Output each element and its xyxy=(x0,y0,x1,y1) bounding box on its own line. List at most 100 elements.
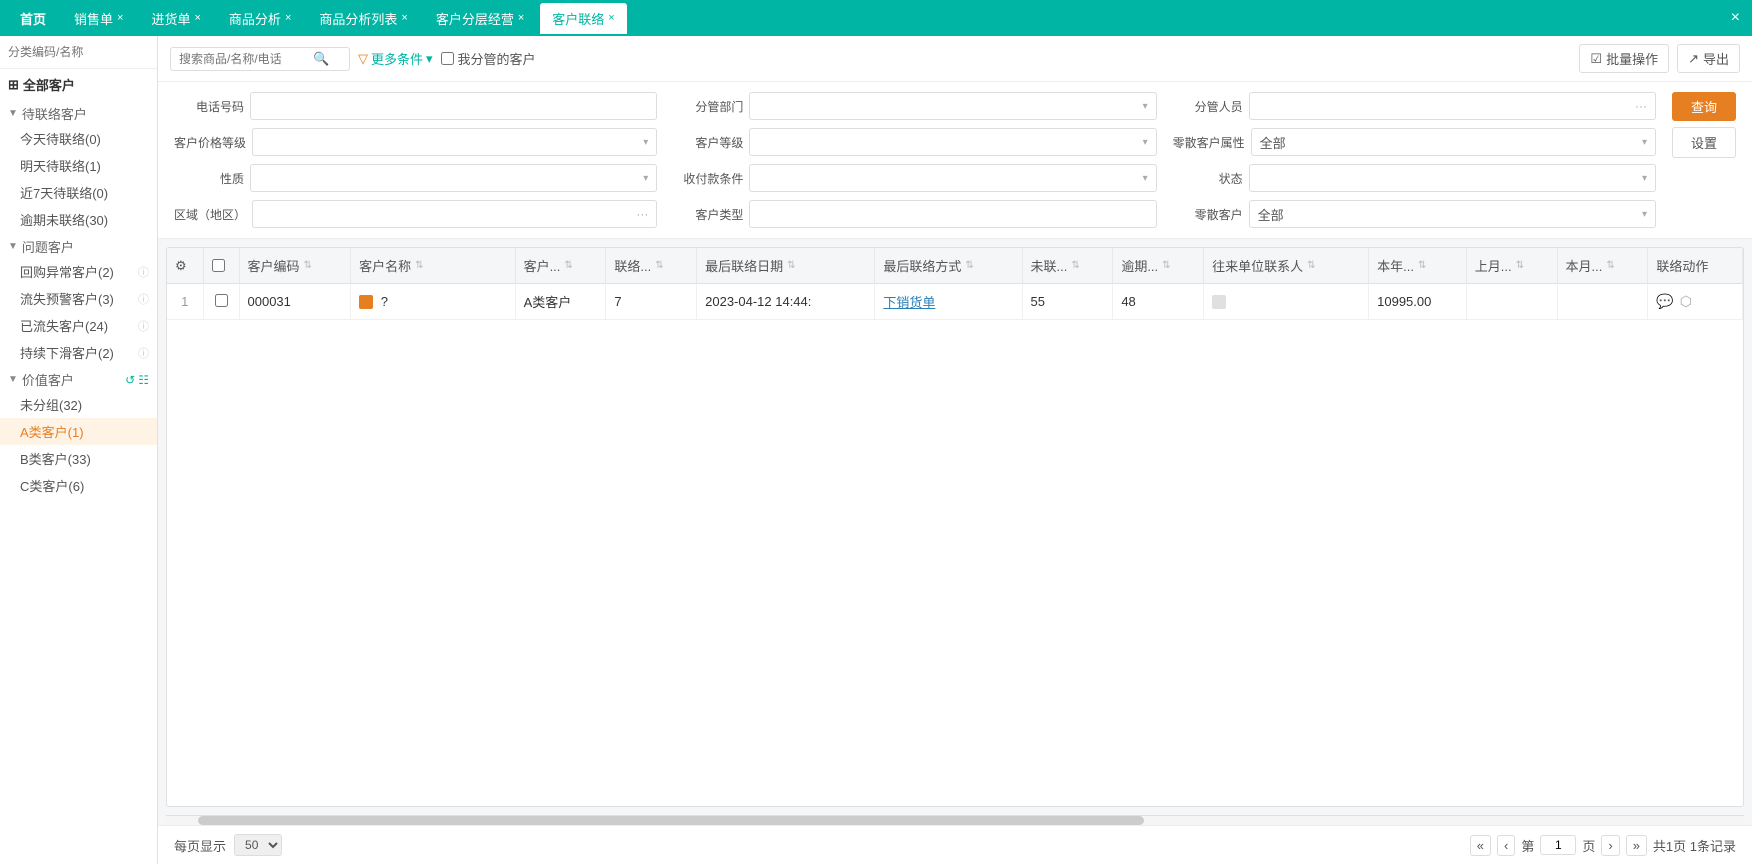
settings-column-header[interactable]: ⚙ xyxy=(167,248,203,284)
first-page-button[interactable]: « xyxy=(1470,835,1491,856)
customer-name-value[interactable]: ? xyxy=(381,294,388,309)
row-checkbox-cell[interactable] xyxy=(203,284,239,320)
last-page-button[interactable]: » xyxy=(1626,835,1647,856)
my-customers-checkbox[interactable] xyxy=(441,52,454,65)
sort-icon[interactable]: ⇅ xyxy=(1162,260,1170,271)
nav-customer-layer[interactable]: 客户分层经营 × xyxy=(424,3,536,34)
close-goods-analysis-list-tab[interactable]: × xyxy=(401,12,407,24)
sort-icon[interactable]: ⇅ xyxy=(1418,260,1426,271)
nav-home[interactable]: 首页 xyxy=(8,3,58,34)
sidebar-item-lost[interactable]: 已流失客户(24) ⓘ xyxy=(0,312,157,339)
sort-icon[interactable]: ⇅ xyxy=(965,260,973,271)
sidebar-all-customers[interactable]: ⊞ 全部客户 xyxy=(0,69,157,100)
sort-icon[interactable]: ⇅ xyxy=(415,260,423,271)
sidebar-item-ungrouped[interactable]: 未分组(32) xyxy=(0,391,157,418)
settings-button[interactable]: 设置 xyxy=(1672,127,1736,158)
nav-goods-analysis-list[interactable]: 商品分析列表 × xyxy=(307,3,419,34)
data-table-container: ⚙ 客户编码 ⇅ 客户名称 xyxy=(166,247,1744,807)
refresh-icon[interactable]: ↺ xyxy=(125,373,135,387)
sort-icon[interactable]: ⇅ xyxy=(1071,260,1079,271)
sidebar-item-today[interactable]: 今天待联络(0) xyxy=(0,125,157,152)
page-number-input[interactable] xyxy=(1540,835,1576,855)
customer-level-label: 客户等级 xyxy=(673,134,743,151)
col-overdue-label: 逾期... xyxy=(1121,256,1158,275)
manager-select[interactable]: ··· xyxy=(1249,92,1656,120)
checkbox-column-header[interactable] xyxy=(203,248,239,284)
filter-actions: ☑ 批量操作 ↗ 导出 xyxy=(1579,44,1740,73)
phone-input[interactable] xyxy=(250,92,657,120)
nature-select[interactable]: ▾ xyxy=(250,164,657,192)
horizontal-scrollbar[interactable] xyxy=(166,815,1744,825)
search-input[interactable] xyxy=(179,52,309,66)
close-all-tabs[interactable]: × xyxy=(1731,9,1740,27)
nav-purchase[interactable]: 进货单 × xyxy=(139,3,212,34)
nav-sales[interactable]: 销售单 × xyxy=(62,3,135,34)
sidebar-item-class-b[interactable]: B类客户(33) xyxy=(0,445,157,472)
sidebar-group-problem[interactable]: ▼ 问题客户 xyxy=(0,233,157,258)
query-button[interactable]: 查询 xyxy=(1672,92,1736,121)
sidebar-item-declining[interactable]: 持续下滑客户(2) ⓘ xyxy=(0,339,157,366)
sidebar-group-value[interactable]: ▼ 价值客户 ↺ ☷ xyxy=(0,366,157,391)
contact-method-link[interactable]: 下销货单 xyxy=(883,295,935,310)
sidebar-item-lost-warning[interactable]: 流失预警客户(3) ⓘ xyxy=(0,285,157,312)
export-button[interactable]: ↗ 导出 xyxy=(1677,44,1740,73)
region-select[interactable]: ··· xyxy=(252,200,657,228)
close-goods-analysis-tab[interactable]: × xyxy=(285,12,291,24)
retail-customer-select[interactable]: 全部 ▾ xyxy=(1249,200,1656,228)
page-size-label: 每页显示 xyxy=(174,836,226,855)
manager-label: 分管人员 xyxy=(1173,98,1243,115)
page-size-select[interactable]: 50 xyxy=(234,834,282,856)
this-month-cell xyxy=(1557,284,1648,320)
sort-icon[interactable]: ⇅ xyxy=(1606,260,1614,271)
batch-ops-button[interactable]: ☑ 批量操作 xyxy=(1579,44,1669,73)
edit-icon[interactable]: ☷ xyxy=(138,373,149,387)
sort-icon[interactable]: ⇅ xyxy=(787,260,795,271)
arrow-icon: ▼ xyxy=(8,374,18,385)
sidebar-item-class-a[interactable]: A类客户(1) xyxy=(0,418,157,445)
prev-page-button[interactable]: ‹ xyxy=(1497,835,1515,856)
sidebar-item-tomorrow[interactable]: 明天待联络(1) xyxy=(0,152,157,179)
filter-region: 区域（地区） ··· xyxy=(174,200,657,228)
sort-icon[interactable]: ⇅ xyxy=(304,260,312,271)
payment-select[interactable]: ▾ xyxy=(749,164,1156,192)
sidebar-item-class-c[interactable]: C类客户(6) xyxy=(0,472,157,499)
link-icon[interactable]: ⬡ xyxy=(1680,293,1692,310)
scrollbar-thumb[interactable] xyxy=(198,816,1145,825)
pagination-left: 每页显示 50 xyxy=(174,834,282,856)
col-code: 客户编码 ⇅ xyxy=(239,248,351,284)
retail-attr-select[interactable]: 全部 ▾ xyxy=(1251,128,1656,156)
sidebar-group-pending[interactable]: ▼ 待联络客户 xyxy=(0,100,157,125)
sidebar-item-overdue[interactable]: 逾期未联络(30) xyxy=(0,206,157,233)
dept-select[interactable]: ▾ xyxy=(749,92,1156,120)
search-icon[interactable]: 🔍 xyxy=(313,51,329,67)
filter-row-2: 客户价格等级 ▾ 客户等级 ▾ xyxy=(174,128,1656,156)
status-select[interactable]: ▾ xyxy=(1249,164,1656,192)
row-checkbox[interactable] xyxy=(215,294,228,307)
select-all-checkbox[interactable] xyxy=(212,259,225,272)
close-customer-contact-tab[interactable]: × xyxy=(608,12,614,24)
col-code-label: 客户编码 xyxy=(248,256,300,275)
sidebar-search-box: 🔍 ◀ xyxy=(0,36,157,69)
close-customer-layer-tab[interactable]: × xyxy=(518,12,524,24)
sort-icon[interactable]: ⇅ xyxy=(564,260,572,271)
sidebar-search-input[interactable] xyxy=(8,45,158,59)
my-customers-filter[interactable]: 我分管的客户 xyxy=(441,49,536,68)
nav-customer-contact[interactable]: 客户联络 × xyxy=(540,3,626,34)
more-filters-button[interactable]: ▽ 更多条件 ▾ xyxy=(358,49,433,68)
sort-icon[interactable]: ⇅ xyxy=(1307,260,1315,271)
last-contact-method-cell[interactable]: 下销货单 xyxy=(875,284,1022,320)
customer-level-select[interactable]: ▾ xyxy=(749,128,1156,156)
message-icon[interactable]: 💬 xyxy=(1656,293,1673,310)
customer-name-cell: ? xyxy=(351,284,515,320)
chevron-down-icon: ▾ xyxy=(643,173,648,184)
nav-goods-analysis[interactable]: 商品分析 × xyxy=(217,3,303,34)
sidebar-item-repurchase-abnormal[interactable]: 回购异常客户(2) ⓘ xyxy=(0,258,157,285)
sidebar-item-7days[interactable]: 近7天待联络(0) xyxy=(0,179,157,206)
sort-icon[interactable]: ⇅ xyxy=(1516,260,1524,271)
price-level-select[interactable]: ▾ xyxy=(252,128,657,156)
sort-icon[interactable]: ⇅ xyxy=(655,260,663,271)
close-sales-tab[interactable]: × xyxy=(117,12,123,24)
close-purchase-tab[interactable]: × xyxy=(194,12,200,24)
customer-type-select[interactable] xyxy=(749,200,1156,228)
next-page-button[interactable]: › xyxy=(1601,835,1619,856)
